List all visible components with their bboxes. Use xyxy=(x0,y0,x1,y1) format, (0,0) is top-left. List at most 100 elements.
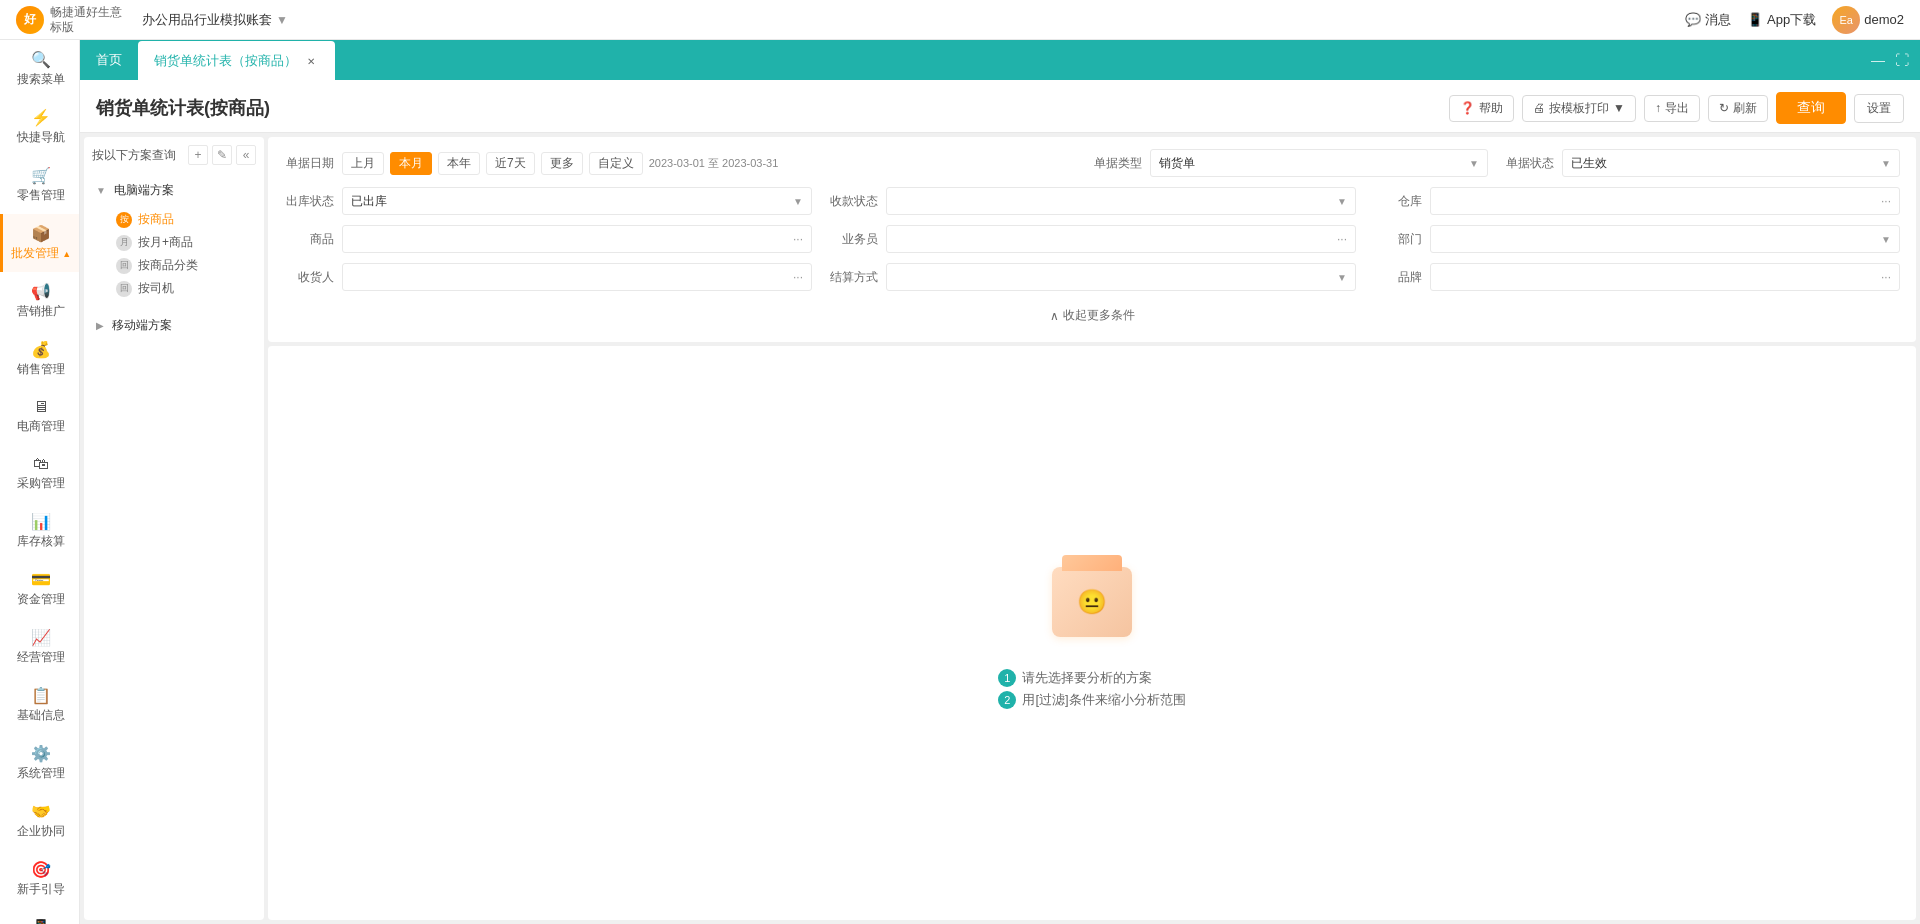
panel-header-label: 按以下方案查询 xyxy=(92,147,176,164)
finance-icon: 💳 xyxy=(7,570,75,589)
filter-group-salesperson: 业务员 ··· xyxy=(828,225,1356,253)
scheme-by-category[interactable]: 回 按商品分类 xyxy=(108,254,256,277)
doc-type-control[interactable]: 销货单 ▼ xyxy=(1150,149,1488,177)
sidebar-item-system[interactable]: ⚙️ 系统管理 xyxy=(0,734,79,792)
sidebar-item-inventory[interactable]: 📊 库存核算 xyxy=(0,502,79,560)
enterprise-icon: 🤝 xyxy=(7,802,75,821)
filter-group-payment-method: 结算方式 ▼ xyxy=(828,263,1356,291)
filter-group-payment-status: 收款状态 ▼ xyxy=(828,187,1356,215)
sales-tab-label: 销货单统计表（按商品） xyxy=(154,52,297,70)
settings-button[interactable]: 设置 xyxy=(1854,94,1904,123)
out-status-arrow-icon: ▼ xyxy=(793,196,803,207)
message-icon: 💬 xyxy=(1685,12,1701,27)
ecommerce-icon: 🖥 xyxy=(7,398,75,416)
panel-header-icons: + ✎ « xyxy=(188,145,256,165)
sidebar-quick-nav[interactable]: ⚡ 快捷导航 xyxy=(0,98,79,156)
window-controls: — ⛶ xyxy=(1868,50,1920,70)
date-btn-this-year[interactable]: 本年 xyxy=(438,152,480,175)
tree-children: 按 按商品 月 按月+商品 回 按商品分类 回 xyxy=(92,208,256,300)
salesperson-dots[interactable]: ··· xyxy=(1337,232,1347,246)
maximize-button[interactable]: ⛶ xyxy=(1892,50,1912,70)
warehouse-label: 仓库 xyxy=(1372,193,1422,210)
sidebar-search[interactable]: 🔍 搜索菜单 xyxy=(0,40,79,98)
avatar: Ea xyxy=(1832,6,1860,34)
sidebar-item-operations[interactable]: 📈 经营管理 xyxy=(0,618,79,676)
messages-button[interactable]: 💬 消息 xyxy=(1685,11,1731,29)
tab-close-icon[interactable]: ✕ xyxy=(303,53,319,69)
brand-dots[interactable]: ··· xyxy=(1881,270,1891,284)
filter-group-out-status: 出库状态 已出库 ▼ xyxy=(284,187,812,215)
department-control[interactable]: ▼ xyxy=(1430,225,1900,253)
doc-status-label: 单据状态 xyxy=(1504,155,1554,172)
tree-mobile-section[interactable]: ▶ 移动端方案 xyxy=(92,308,256,343)
add-scheme-button[interactable]: + xyxy=(188,145,208,165)
tab-bar: 首页 销货单统计表（按商品） ✕ — ⛶ xyxy=(80,40,1920,80)
collapse-panel-button[interactable]: « xyxy=(236,145,256,165)
scheme-icon-product: 按 xyxy=(116,212,132,228)
doc-type-arrow-icon: ▼ xyxy=(1469,158,1479,169)
app-download-button[interactable]: 📱 App下载 xyxy=(1747,11,1816,29)
sidebar-item-ecommerce[interactable]: 🖥 电商管理 xyxy=(0,388,79,445)
right-panel: 单据日期 上月 本月 本年 近7天 更多 自定义 2023-03-01 至 20… xyxy=(268,137,1916,920)
system-icon: ⚙️ xyxy=(7,744,75,763)
sidebar-item-wholesale[interactable]: 📦 批发管理 ▲ xyxy=(0,214,79,272)
receiver-control[interactable]: ··· xyxy=(342,263,812,291)
sidebar-item-basic[interactable]: 📋 基础信息 xyxy=(0,676,79,734)
help-button[interactable]: ❓ 帮助 xyxy=(1449,95,1514,122)
tab-home[interactable]: 首页 xyxy=(80,40,138,80)
sidebar-item-purchase[interactable]: 🛍 采购管理 xyxy=(0,445,79,502)
query-button[interactable]: 查询 xyxy=(1776,92,1846,124)
date-btn-this-month[interactable]: 本月 xyxy=(390,152,432,175)
sales-icon: 💰 xyxy=(7,340,75,359)
out-status-control[interactable]: 已出库 ▼ xyxy=(342,187,812,215)
scheme-by-month-product[interactable]: 月 按月+商品 xyxy=(108,231,256,254)
payment-method-arrow-icon: ▼ xyxy=(1337,272,1347,283)
date-btn-last-month[interactable]: 上月 xyxy=(342,152,384,175)
sidebar-item-marketing[interactable]: 📢 营销推广 xyxy=(0,272,79,330)
tree-mobile-arrow-icon: ▶ xyxy=(96,320,104,331)
user-profile[interactable]: Ea demo2 xyxy=(1832,6,1904,34)
tree-desktop-section[interactable]: ▼ 电脑端方案 xyxy=(92,173,256,208)
collapse-bar[interactable]: ∧ 收起更多条件 xyxy=(284,301,1900,330)
sidebar-item-sales[interactable]: 💰 销售管理 xyxy=(0,330,79,388)
department-arrow-icon: ▼ xyxy=(1881,234,1891,245)
tab-sales-stats[interactable]: 销货单统计表（按商品） ✕ xyxy=(138,41,335,81)
empty-box: 😐 xyxy=(1052,567,1132,637)
search-icon: 🔍 xyxy=(7,50,75,69)
filter-group-department: 部门 ▼ xyxy=(1372,225,1900,253)
salesperson-control[interactable]: ··· xyxy=(886,225,1356,253)
logo-area: 好 畅捷通好生意 标版 xyxy=(16,5,122,34)
main-layout: 🔍 搜索菜单 ⚡ 快捷导航 🛒 零售管理 📦 批发管理 ▲ 📢 营销推广 💰 销… xyxy=(0,40,1920,924)
payment-method-label: 结算方式 xyxy=(828,269,878,286)
product-dots[interactable]: ··· xyxy=(793,232,803,246)
date-btn-custom[interactable]: 自定义 xyxy=(589,152,643,175)
sidebar-item-enterprise[interactable]: 🤝 企业协同 xyxy=(0,792,79,850)
refresh-button[interactable]: ↻ 刷新 xyxy=(1708,95,1768,122)
sidebar-item-finance[interactable]: 💳 资金管理 xyxy=(0,560,79,618)
edit-scheme-button[interactable]: ✎ xyxy=(212,145,232,165)
export-button[interactable]: ↑ 导出 xyxy=(1644,95,1700,122)
receiver-dots[interactable]: ··· xyxy=(793,270,803,284)
content-area: 首页 销货单统计表（按商品） ✕ — ⛶ 销货单统计表(按商品) ❓ 帮助 xyxy=(80,40,1920,924)
print-button[interactable]: 🖨 按模板打印 ▼ xyxy=(1522,95,1636,122)
warehouse-dots[interactable]: ··· xyxy=(1881,194,1891,208)
scheme-by-product[interactable]: 按 按商品 xyxy=(108,208,256,231)
payment-status-control[interactable]: ▼ xyxy=(886,187,1356,215)
breadcrumb-arrow-icon: ▼ xyxy=(276,13,288,27)
product-control[interactable]: ··· xyxy=(342,225,812,253)
filter-group-doc-status: 单据状态 已生效 ▼ xyxy=(1504,149,1900,177)
minimize-button[interactable]: — xyxy=(1868,50,1888,70)
date-btn-7days[interactable]: 近7天 xyxy=(486,152,535,175)
sidebar-item-appcenter[interactable]: 📱 应用中心 xyxy=(0,908,79,924)
print-arrow-icon: ▼ xyxy=(1613,101,1625,115)
sidebar-item-retail[interactable]: 🛒 零售管理 xyxy=(0,156,79,214)
warehouse-control[interactable]: ··· xyxy=(1430,187,1900,215)
filter-row-2: 出库状态 已出库 ▼ 收款状态 ▼ xyxy=(284,187,1900,215)
date-btn-more[interactable]: 更多 xyxy=(541,152,583,175)
scheme-by-driver[interactable]: 回 按司机 xyxy=(108,277,256,300)
sidebar-item-newuser[interactable]: 🎯 新手引导 xyxy=(0,850,79,908)
date-range-display: 2023-03-01 至 2023-03-31 xyxy=(649,156,779,171)
payment-method-control[interactable]: ▼ xyxy=(886,263,1356,291)
brand-control[interactable]: ··· xyxy=(1430,263,1900,291)
doc-status-control[interactable]: 已生效 ▼ xyxy=(1562,149,1900,177)
